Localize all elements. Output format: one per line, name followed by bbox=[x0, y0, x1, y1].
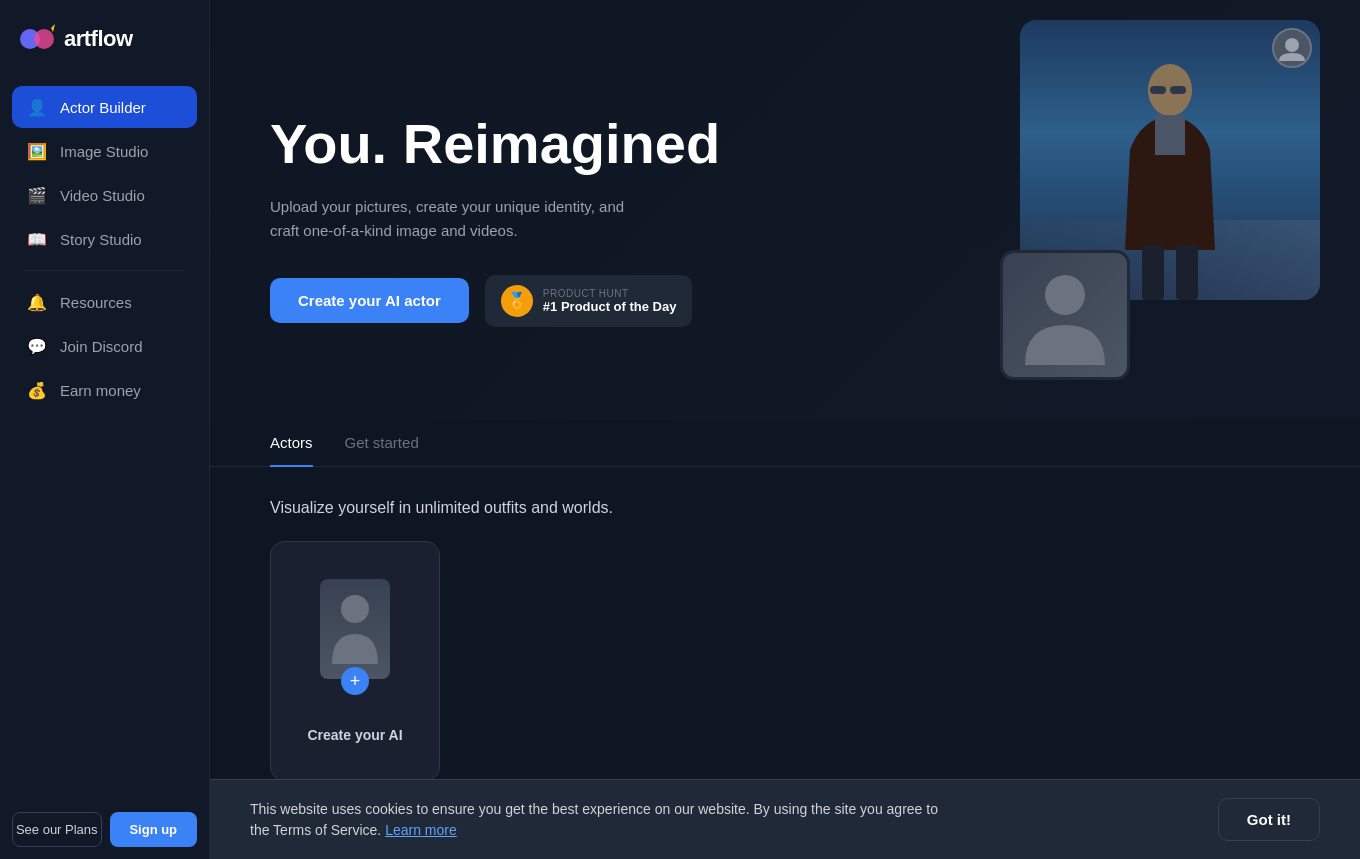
product-hunt-label: PRODUCT HUNT bbox=[543, 288, 677, 299]
hero-subtitle: Upload your pictures, create your unique… bbox=[270, 195, 650, 243]
sidebar-item-story-studio[interactable]: 📖 Story Studio bbox=[12, 218, 197, 260]
man-figure-svg bbox=[1100, 50, 1240, 300]
sidebar: artflow 👤 Actor Builder 🖼️ Image Studio … bbox=[0, 0, 210, 859]
sidebar-item-image-studio[interactable]: 🖼️ Image Studio bbox=[12, 130, 197, 172]
tabs-section: Actors Get started bbox=[210, 420, 1360, 467]
sidebar-item-image-studio-label: Image Studio bbox=[60, 143, 148, 160]
nav-section: 👤 Actor Builder 🖼️ Image Studio 🎬 Video … bbox=[0, 78, 209, 800]
svg-rect-5 bbox=[1155, 115, 1185, 155]
nav-bottom: See our Plans Sign up bbox=[0, 800, 209, 859]
resources-icon: 🔔 bbox=[26, 291, 48, 313]
sidebar-item-story-studio-label: Story Studio bbox=[60, 231, 142, 248]
create-actor-label: Create your AI bbox=[307, 727, 402, 743]
story-studio-icon: 📖 bbox=[26, 228, 48, 250]
svg-rect-6 bbox=[1142, 245, 1164, 300]
tabs: Actors Get started bbox=[270, 420, 1300, 466]
svg-point-10 bbox=[341, 595, 369, 623]
sign-up-button[interactable]: Sign up bbox=[110, 812, 198, 847]
tab-get-started[interactable]: Get started bbox=[345, 420, 419, 467]
discord-icon: 💬 bbox=[26, 335, 48, 357]
got-it-button[interactable]: Got it! bbox=[1218, 798, 1320, 841]
tab-actors[interactable]: Actors bbox=[270, 420, 313, 467]
product-hunt-value: #1 Product of the Day bbox=[543, 299, 677, 314]
svg-point-1 bbox=[34, 29, 54, 49]
nav-divider bbox=[24, 270, 185, 271]
sidebar-item-actor-builder-label: Actor Builder bbox=[60, 99, 146, 116]
cookie-message: This website uses cookies to ensure you … bbox=[250, 801, 938, 838]
cookie-text: This website uses cookies to ensure you … bbox=[250, 799, 950, 841]
svg-rect-7 bbox=[1176, 245, 1198, 300]
sidebar-item-actor-builder[interactable]: 👤 Actor Builder bbox=[12, 86, 197, 128]
sidebar-item-join-discord[interactable]: 💬 Join Discord bbox=[12, 325, 197, 367]
actor-placeholder-icon bbox=[330, 589, 380, 669]
sidebar-item-join-discord-label: Join Discord bbox=[60, 338, 143, 355]
logo-area: artflow bbox=[0, 0, 209, 78]
svg-rect-4 bbox=[1170, 86, 1186, 94]
main-content: You. Reimagined Upload your pictures, cr… bbox=[210, 0, 1360, 859]
actors-grid: + Create your AI bbox=[270, 541, 1300, 781]
section-subtitle: Visualize yourself in unlimited outfits … bbox=[270, 499, 1300, 517]
earn-money-icon: 💰 bbox=[26, 379, 48, 401]
sidebar-item-earn-money[interactable]: 💰 Earn money bbox=[12, 369, 197, 411]
video-studio-icon: 🎬 bbox=[26, 184, 48, 206]
product-hunt-medal-icon: 🏅 bbox=[501, 285, 533, 317]
image-studio-icon: 🖼️ bbox=[26, 140, 48, 162]
sidebar-item-resources-label: Resources bbox=[60, 294, 132, 311]
create-actor-card[interactable]: + Create your AI bbox=[270, 541, 440, 781]
plus-button[interactable]: + bbox=[341, 667, 369, 695]
sidebar-item-video-studio-label: Video Studio bbox=[60, 187, 145, 204]
product-hunt-text: PRODUCT HUNT #1 Product of the Day bbox=[543, 288, 677, 314]
sidebar-item-resources[interactable]: 🔔 Resources bbox=[12, 281, 197, 323]
product-hunt-badge: 🏅 PRODUCT HUNT #1 Product of the Day bbox=[485, 275, 693, 327]
cookie-learn-more-link[interactable]: Learn more bbox=[385, 822, 457, 838]
create-actor-button[interactable]: Create your AI actor bbox=[270, 278, 469, 323]
hero-section: You. Reimagined Upload your pictures, cr… bbox=[210, 0, 1360, 420]
see-plans-button[interactable]: See our Plans bbox=[12, 812, 102, 847]
create-actor-figure bbox=[320, 579, 390, 679]
sidebar-item-earn-money-label: Earn money bbox=[60, 382, 141, 399]
logo-text: artflow bbox=[64, 26, 133, 52]
actor-builder-icon: 👤 bbox=[26, 96, 48, 118]
sidebar-item-video-studio[interactable]: 🎬 Video Studio bbox=[12, 174, 197, 216]
hero-main-image bbox=[1020, 20, 1320, 300]
svg-rect-3 bbox=[1150, 86, 1166, 94]
hero-images bbox=[1000, 20, 1320, 400]
cookie-banner: This website uses cookies to ensure you … bbox=[210, 779, 1360, 859]
logo-icon bbox=[18, 20, 56, 58]
